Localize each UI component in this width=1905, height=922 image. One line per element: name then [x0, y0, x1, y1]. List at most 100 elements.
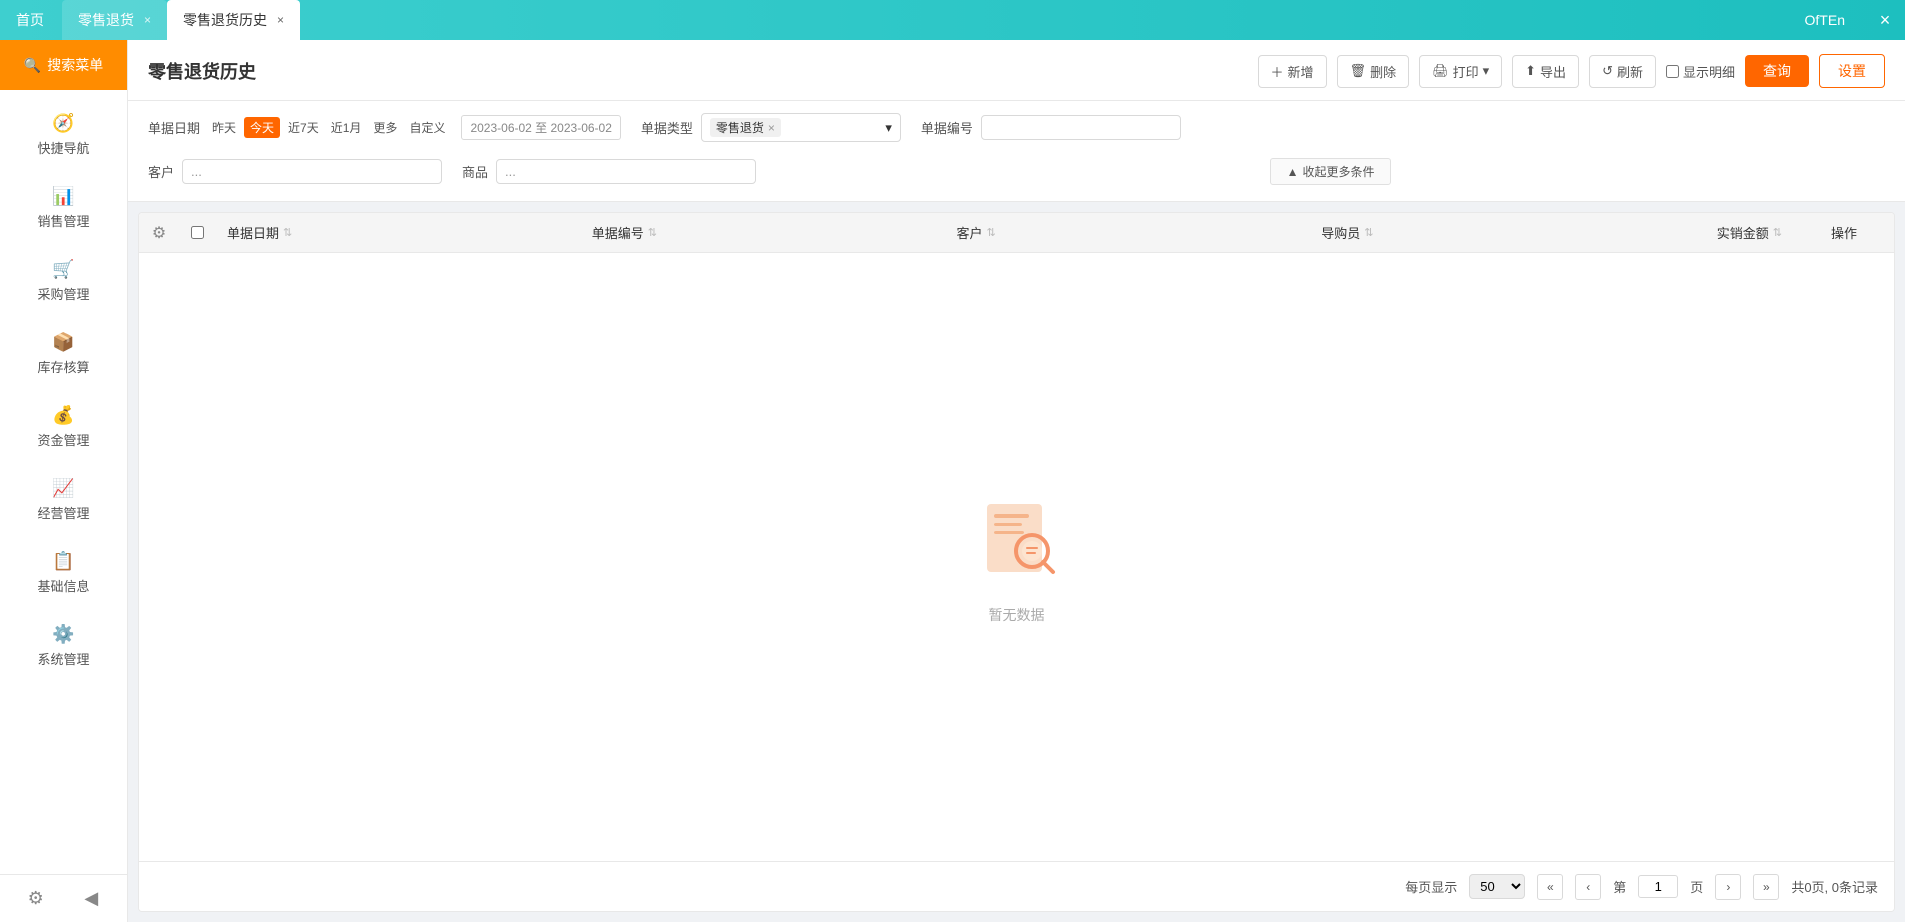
delete-label: 删除	[1370, 62, 1396, 81]
collapse-up-icon: ▲	[1287, 165, 1299, 179]
th-no[interactable]: 单据编号 ⇅	[580, 223, 945, 242]
export-button[interactable]: ⬆ 导出	[1512, 55, 1579, 88]
tab-home-label: 首页	[16, 10, 44, 30]
main-layout: 🔍 搜索菜单 🧭 快捷导航 📊 销售管理 🛒 采购管理 📦 库存核算 💰	[0, 40, 1905, 922]
th-amount-label: 实销金额	[1717, 223, 1769, 242]
page-input[interactable]	[1638, 875, 1678, 898]
collapse-filter-button[interactable]: ▲ 收起更多条件	[1270, 158, 1392, 185]
sidebar-item-finance[interactable]: 💰 资金管理	[0, 390, 127, 463]
total-text: 共0页, 0条记录	[1791, 877, 1878, 896]
th-date[interactable]: 单据日期 ⇅	[215, 223, 580, 242]
new-icon: ＋	[1271, 62, 1284, 81]
date-filter: 单据日期 昨天 今天 近7天 近1月 更多 自定义 2023-06-02 至 2…	[148, 115, 621, 140]
sidebar-item-inventory-label: 库存核算	[37, 357, 89, 376]
filter-row-2: 客户 ... 商品 ... ▲ 收起更多条件	[148, 154, 1885, 189]
page-size-select[interactable]: 50 10 20 100	[1469, 874, 1525, 899]
sidebar-item-basic-info-label: 基础信息	[37, 576, 89, 595]
th-guide-sort-icon: ⇅	[1364, 226, 1373, 239]
toolbar: ＋ 新增 🗑 删除 🖨 打印 ▾ ⬆ 导出	[1258, 54, 1885, 88]
sidebar-item-sales-mgmt[interactable]: 📊 销售管理	[0, 171, 127, 244]
print-button[interactable]: 🖨 打印 ▾	[1419, 55, 1502, 88]
print-label: 打印	[1453, 62, 1479, 81]
sales-mgmt-icon: 📊	[53, 185, 75, 207]
table-settings-button[interactable]: ⚙	[139, 223, 179, 243]
prev-page-button[interactable]: ‹	[1575, 874, 1601, 900]
sidebar-nav: 🧭 快捷导航 📊 销售管理 🛒 采购管理 📦 库存核算 💰 资金管理 📈	[0, 90, 127, 874]
empty-state: 暂无数据	[139, 253, 1894, 861]
sidebar-collapse-button[interactable]: ◀	[73, 881, 109, 917]
search-icon: 🔍	[24, 57, 41, 74]
tab-retail-return-close[interactable]: ×	[144, 13, 151, 27]
select-all-checkbox[interactable]	[191, 226, 204, 239]
th-amount[interactable]: 实销金额 ⇅	[1674, 223, 1794, 242]
sidebar-item-operation[interactable]: 📈 经营管理	[0, 463, 127, 536]
customer-select[interactable]: ...	[182, 159, 442, 184]
print-arrow-icon: ▾	[1483, 63, 1490, 79]
th-customer-label: 客户	[957, 223, 983, 242]
voucher-type-tag-close[interactable]: ×	[768, 121, 775, 135]
delete-icon: 🗑	[1350, 63, 1367, 79]
sidebar-item-quick-nav[interactable]: 🧭 快捷导航	[0, 98, 127, 171]
date-buttons: 昨天 今天 近7天 近1月 更多 自定义	[208, 117, 449, 138]
customer-placeholder: ...	[191, 164, 202, 179]
tab-retail-return-history[interactable]: 零售退货历史 ×	[167, 0, 300, 40]
th-customer[interactable]: 客户 ⇅	[945, 223, 1310, 242]
finance-icon: 💰	[53, 404, 75, 426]
print-icon: 🖨	[1432, 63, 1449, 79]
sidebar-settings-button[interactable]: ⚙	[18, 881, 54, 917]
date-btn-custom[interactable]: 自定义	[405, 117, 449, 138]
date-btn-today[interactable]: 今天	[244, 117, 280, 138]
date-btn-1month[interactable]: 近1月	[327, 117, 366, 138]
goods-placeholder: ...	[505, 164, 516, 179]
settings-button[interactable]: 设置	[1819, 54, 1885, 88]
date-btn-more[interactable]: 更多	[369, 117, 401, 138]
voucher-no-input[interactable]	[981, 115, 1181, 140]
window-close-button[interactable]: ×	[1865, 0, 1905, 40]
last-page-button[interactable]: »	[1753, 874, 1779, 900]
quick-nav-icon: 🧭	[53, 112, 75, 134]
page-title: 零售退货历史	[148, 58, 256, 84]
date-btn-7days[interactable]: 近7天	[284, 117, 323, 138]
filter-row-1: 单据日期 昨天 今天 近7天 近1月 更多 自定义 2023-06-02 至 2…	[148, 113, 1885, 142]
sidebar-item-purchase-mgmt-label: 采购管理	[37, 284, 89, 303]
sidebar-item-inventory[interactable]: 📦 库存核算	[0, 317, 127, 390]
voucher-type-select[interactable]: 零售退货 × ▾	[701, 113, 901, 142]
refresh-button[interactable]: ↺ 刷新	[1589, 55, 1656, 88]
empty-illustration	[967, 489, 1067, 589]
table-area: ⚙ 单据日期 ⇅ 单据编号 ⇅ 客户 ⇅ 导购员 ⇅	[138, 212, 1895, 912]
date-btn-yesterday[interactable]: 昨天	[208, 117, 240, 138]
voucher-type-filter: 单据类型 零售退货 × ▾	[641, 113, 901, 142]
operation-icon: 📈	[53, 477, 75, 499]
tab-home[interactable]: 首页	[0, 0, 60, 40]
goods-select[interactable]: ...	[496, 159, 756, 184]
export-icon: ⬆	[1525, 63, 1536, 79]
delete-button[interactable]: 🗑 删除	[1337, 55, 1410, 88]
tab-retail-return-history-close[interactable]: ×	[277, 13, 284, 27]
next-page-button[interactable]: ›	[1715, 874, 1741, 900]
new-button[interactable]: ＋ 新增	[1258, 55, 1327, 88]
th-customer-sort-icon: ⇅	[987, 226, 996, 239]
sidebar-item-basic-info[interactable]: 📋 基础信息	[0, 536, 127, 609]
first-page-button[interactable]: «	[1537, 874, 1563, 900]
customer-filter: 客户 ...	[148, 159, 442, 184]
sidebar-item-purchase-mgmt[interactable]: 🛒 采购管理	[0, 244, 127, 317]
th-guide[interactable]: 导购员 ⇅	[1309, 223, 1674, 242]
voucher-type-dropdown-icon: ▾	[885, 120, 892, 136]
display-detail-input[interactable]	[1666, 65, 1679, 78]
table-select-all[interactable]	[179, 226, 215, 239]
purchase-mgmt-icon: 🛒	[53, 258, 75, 280]
sidebar-search[interactable]: 🔍 搜索菜单	[0, 40, 127, 90]
settings-label: 设置	[1838, 63, 1866, 79]
display-detail-checkbox[interactable]: 显示明细	[1666, 62, 1735, 81]
display-detail-label: 显示明细	[1683, 62, 1735, 81]
new-label: 新增	[1288, 62, 1314, 81]
export-label: 导出	[1540, 62, 1566, 81]
page-title-row: 零售退货历史 ＋ 新增 🗑 删除 🖨 打印 ▾	[148, 54, 1885, 88]
sidebar-bottom: ⚙ ◀	[0, 874, 127, 922]
query-button[interactable]: 查询	[1745, 55, 1809, 87]
th-amount-sort-icon: ⇅	[1773, 226, 1782, 239]
tab-retail-return[interactable]: 零售退货 ×	[62, 0, 167, 40]
page-prefix: 第	[1613, 877, 1626, 896]
date-range-value[interactable]: 2023-06-02 至 2023-06-02	[461, 115, 620, 140]
sidebar-item-system-mgmt[interactable]: ⚙️ 系统管理	[0, 609, 127, 682]
